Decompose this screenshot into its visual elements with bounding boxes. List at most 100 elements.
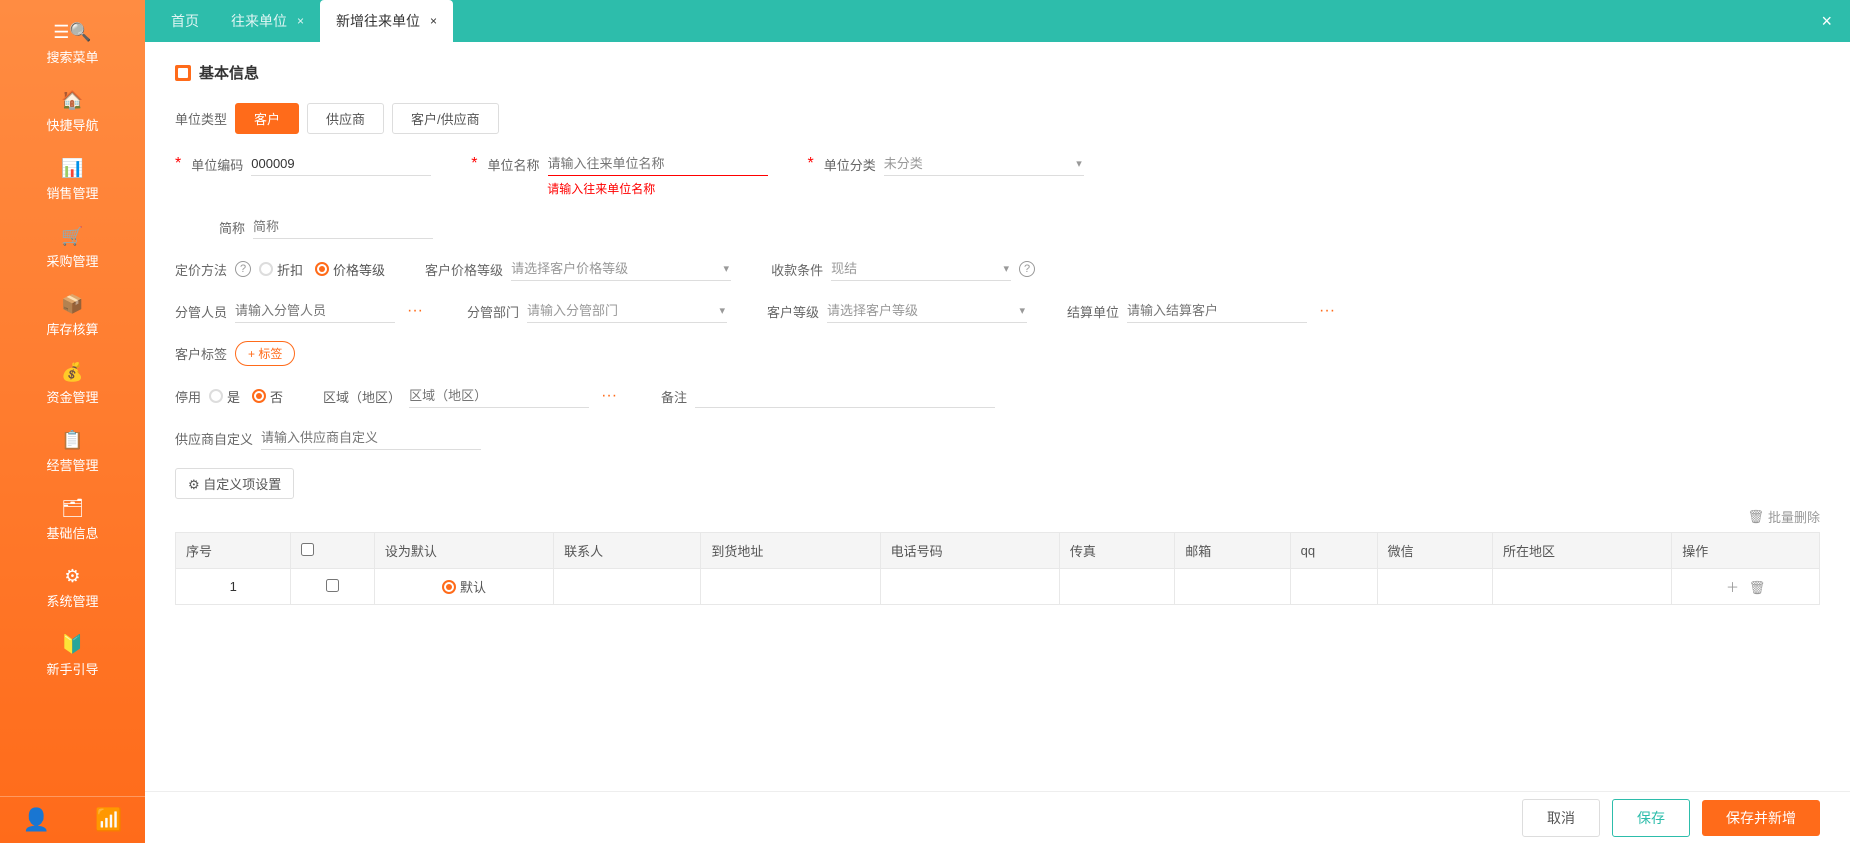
remarks-input[interactable] bbox=[695, 384, 995, 408]
unit-type-both-btn[interactable]: 客户/供应商 bbox=[392, 103, 499, 134]
region-input[interactable] bbox=[409, 384, 589, 408]
pricing-method-field: 定价方法 ? 折扣 价格等级 bbox=[175, 260, 385, 279]
home-icon: 🏠 bbox=[61, 90, 83, 111]
customer-level-select[interactable]: 请选择客户等级 bbox=[827, 299, 1027, 322]
settlement-unit-field: 结算单位 ··· bbox=[1067, 299, 1339, 323]
sidebar-item-inventory[interactable]: 📦 库存核算 bbox=[0, 282, 145, 350]
payment-terms-label: 收款条件 bbox=[771, 260, 823, 279]
disabled-radios: 是 否 bbox=[209, 387, 283, 406]
customer-price-level-wrap: 请选择客户价格等级 ▾ bbox=[511, 257, 731, 281]
sidebar-settings-btn[interactable]: 📶 bbox=[95, 807, 122, 833]
unit-category-select[interactable]: 未分类 bbox=[884, 152, 1084, 175]
tab-home-label: 首页 bbox=[171, 11, 199, 31]
unit-category-label: 单位分类 bbox=[824, 155, 876, 174]
row-delete-icon[interactable]: 🗑 bbox=[1749, 580, 1766, 595]
section-title: 基本信息 bbox=[199, 62, 259, 83]
row-add-icon[interactable]: ＋ bbox=[1726, 580, 1739, 595]
customer-level-label: 客户等级 bbox=[767, 302, 819, 321]
select-all-checkbox[interactable] bbox=[301, 543, 314, 556]
short-name-input[interactable] bbox=[253, 215, 433, 239]
unit-name-wrap: * 单位名称 bbox=[471, 152, 767, 176]
row-location bbox=[1493, 569, 1672, 605]
row-default-label: 默认 bbox=[460, 577, 486, 596]
save-button[interactable]: 保存 bbox=[1612, 799, 1690, 837]
unit-type-supplier-btn[interactable]: 供应商 bbox=[307, 103, 384, 134]
sidebar-collapse-btn[interactable]: 👤 bbox=[23, 807, 50, 833]
newbie-icon: 🔰 bbox=[61, 634, 83, 655]
sidebar-item-basic[interactable]: 🗂 基础信息 bbox=[0, 486, 145, 554]
radio-disabled-no[interactable]: 否 bbox=[252, 387, 283, 406]
sidebar-item-search[interactable]: ☰🔍 搜索菜单 bbox=[0, 10, 145, 78]
radio-price-level[interactable]: 价格等级 bbox=[315, 260, 385, 279]
sidebar-item-sales[interactable]: 📊 销售管理 bbox=[0, 146, 145, 214]
radio-price-level-label: 价格等级 bbox=[333, 260, 385, 279]
radio-disabled-yes[interactable]: 是 bbox=[209, 387, 240, 406]
col-fax: 传真 bbox=[1059, 533, 1174, 569]
sidebar-item-sales-label: 销售管理 bbox=[46, 183, 98, 202]
manager-label: 分管人员 bbox=[175, 302, 227, 321]
pricing-method-help-icon[interactable]: ? bbox=[235, 261, 251, 277]
remarks-label: 备注 bbox=[661, 387, 687, 406]
region-more-icon[interactable]: ··· bbox=[597, 387, 621, 405]
tab-new-partner-close[interactable]: × bbox=[430, 14, 437, 28]
section-icon bbox=[175, 65, 191, 81]
batch-delete-label[interactable]: 批量删除 bbox=[1768, 507, 1820, 526]
tab-bar: 首页 往来单位 × 新增往来单位 × × bbox=[145, 0, 1850, 42]
sidebar-item-newbie[interactable]: 🔰 新手引导 bbox=[0, 622, 145, 690]
supplier-custom-input[interactable] bbox=[261, 426, 481, 450]
sidebar-item-system[interactable]: ⚙ 系统管理 bbox=[0, 554, 145, 622]
add-tag-btn[interactable]: + 标签 bbox=[235, 341, 295, 366]
settlement-unit-more-icon[interactable]: ··· bbox=[1315, 302, 1339, 320]
footer: 取消 保存 保存并新增 bbox=[145, 791, 1850, 843]
batch-delete-bar: 🗑 批量删除 bbox=[175, 507, 1820, 526]
row-checkbox[interactable] bbox=[326, 579, 339, 592]
row-default-radio-circle bbox=[442, 580, 456, 594]
sidebar-item-quicknav[interactable]: 🏠 快捷导航 bbox=[0, 78, 145, 146]
short-name-label: 简称 bbox=[175, 218, 245, 237]
custom-settings-btn[interactable]: ⚙ 自定义项设置 bbox=[175, 468, 294, 499]
manager-field: 分管人员 ··· bbox=[175, 299, 427, 323]
tab-new-partner[interactable]: 新增往来单位 × bbox=[320, 0, 453, 42]
col-qq: qq bbox=[1290, 533, 1377, 569]
save-new-button[interactable]: 保存并新增 bbox=[1702, 800, 1820, 836]
unit-category-field: * 单位分类 未分类 ▾ bbox=[808, 152, 1084, 176]
unit-code-req: * bbox=[175, 155, 181, 173]
row-default-radio[interactable]: 默认 bbox=[385, 577, 543, 596]
sidebar-item-search-label: 搜索菜单 bbox=[46, 47, 98, 66]
manager-input[interactable] bbox=[235, 299, 395, 323]
unit-name-error: 请输入往来单位名称 bbox=[547, 180, 767, 197]
window-close-btn[interactable]: × bbox=[1813, 11, 1840, 32]
tab-home[interactable]: 首页 bbox=[155, 0, 215, 42]
sidebar-item-finance[interactable]: 💰 资金管理 bbox=[0, 350, 145, 418]
department-select[interactable]: 请输入分管部门 bbox=[527, 299, 727, 322]
cancel-button[interactable]: 取消 bbox=[1522, 799, 1600, 837]
col-default: 设为默认 bbox=[374, 533, 553, 569]
manager-more-icon[interactable]: ··· bbox=[403, 302, 427, 320]
unit-code-field: * 单位编码 bbox=[175, 152, 431, 176]
unit-type-customer-btn[interactable]: 客户 bbox=[235, 103, 299, 134]
tags-label: 客户标签 bbox=[175, 344, 227, 363]
col-phone: 电话号码 bbox=[880, 533, 1059, 569]
sidebar-item-purchase[interactable]: 🛒 采购管理 bbox=[0, 214, 145, 282]
table-header: 序号 设为默认 联系人 到货地址 电话号码 传真 邮箱 qq 微信 所在地区 操… bbox=[176, 533, 1820, 569]
unit-name-input[interactable] bbox=[548, 152, 768, 176]
unit-code-input[interactable] bbox=[251, 152, 431, 176]
batch-delete-icon: 🗑 bbox=[1747, 509, 1764, 525]
custom-settings-bar: ⚙ 自定义项设置 bbox=[175, 468, 1820, 499]
contacts-table: 序号 设为默认 联系人 到货地址 电话号码 传真 邮箱 qq 微信 所在地区 操… bbox=[175, 532, 1820, 605]
sidebar-item-operations[interactable]: 📋 经营管理 bbox=[0, 418, 145, 486]
tab-partners-close[interactable]: × bbox=[297, 14, 304, 28]
customer-price-level-select[interactable]: 请选择客户价格等级 bbox=[511, 257, 731, 280]
settlement-unit-input[interactable] bbox=[1127, 299, 1307, 323]
disabled-region-row: 停用 是 否 区域（地区） ··· bbox=[175, 384, 1820, 408]
tab-partners[interactable]: 往来单位 × bbox=[215, 0, 320, 42]
unit-type-label: 单位类型 bbox=[175, 109, 227, 128]
unit-category-req: * bbox=[808, 155, 814, 173]
payment-terms-select[interactable]: 现结 bbox=[831, 257, 1011, 280]
col-location: 所在地区 bbox=[1493, 533, 1672, 569]
radio-discount-circle bbox=[259, 262, 273, 276]
radio-discount[interactable]: 折扣 bbox=[259, 260, 303, 279]
radio-price-level-circle bbox=[315, 262, 329, 276]
col-address: 到货地址 bbox=[701, 533, 880, 569]
payment-terms-help-icon[interactable]: ? bbox=[1019, 261, 1035, 277]
